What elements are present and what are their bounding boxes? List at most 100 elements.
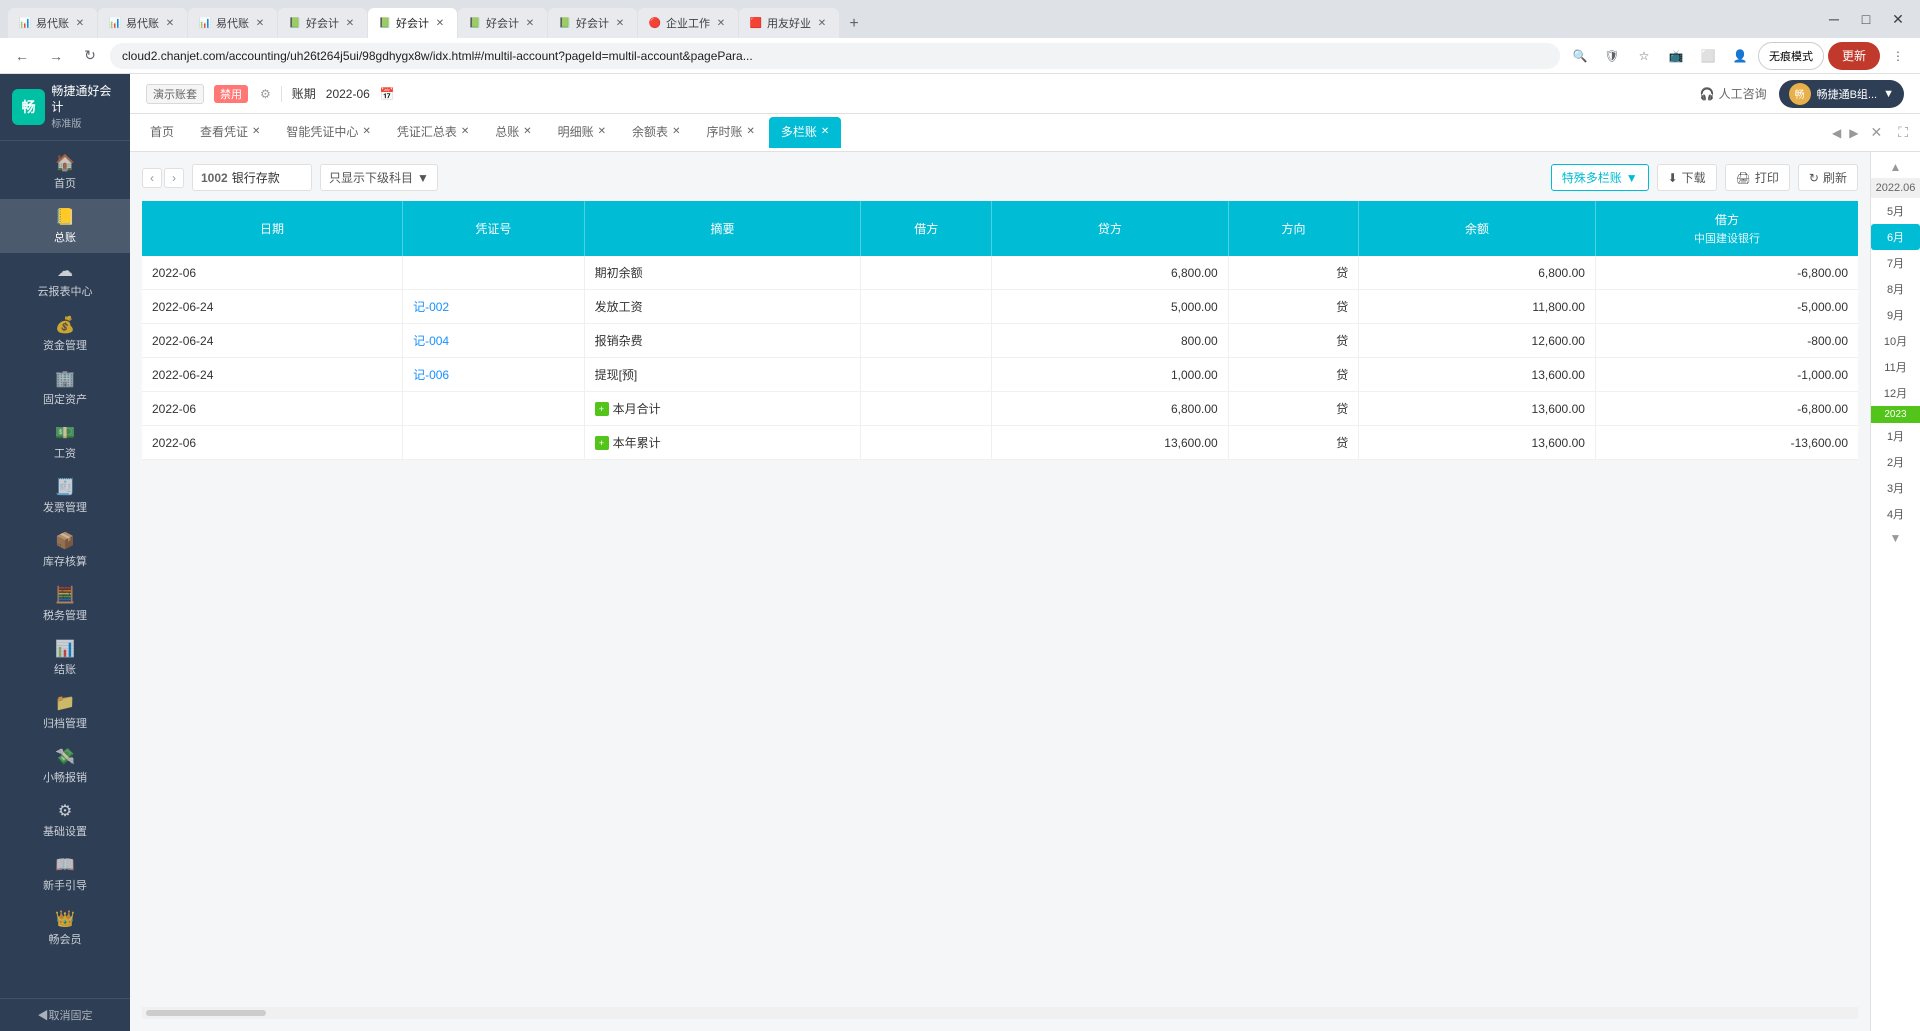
browser-tab-8[interactable]: 🔴 企业工作 ✕ [638,8,738,38]
browser-tab-1[interactable]: 📊 易代账 ✕ [8,8,97,38]
profile-icon[interactable]: 👤 [1726,42,1754,70]
sidebar-item-fund[interactable]: 💰 资金管理 [0,307,130,361]
sidebar-item-close-account[interactable]: 📊 结账 [0,631,130,685]
download-button[interactable]: ⬇ 下载 [1657,164,1717,191]
sidebar-item-ledger[interactable]: 📒 总账 [0,199,130,253]
calendar-month-2023-1[interactable]: 1月 [1871,423,1920,449]
tab-balance-sheet[interactable]: 余额表 ✕ [620,117,692,148]
panel-scroll-down[interactable]: ▼ [1886,527,1906,549]
tab-close-3[interactable]: ✕ [253,16,267,30]
tab-balance-sheet-close[interactable]: ✕ [672,126,680,137]
browser-tab-3[interactable]: 📊 易代账 ✕ [188,8,277,38]
tab-close-9[interactable]: ✕ [815,16,829,30]
tab-general-ledger-close[interactable]: ✕ [523,126,531,137]
cast-icon[interactable]: 📺 [1662,42,1690,70]
sidebar-item-expense[interactable]: 💸 小畅报销 [0,739,130,793]
horizontal-scrollbar[interactable] [142,1007,1858,1019]
browser-tab-6[interactable]: 📗 好会计 ✕ [458,8,547,38]
tab-close-5[interactable]: ✕ [433,16,447,30]
prev-account-button[interactable]: ‹ [142,168,162,188]
star-icon[interactable]: ☆ [1630,42,1658,70]
calendar-month-10[interactable]: 10月 [1871,328,1920,354]
sidebar-item-home[interactable]: 🏠 首页 [0,145,130,199]
panel-scroll-up[interactable]: ▲ [1886,156,1906,178]
tab-journal[interactable]: 序时账 ✕ [694,117,766,148]
calendar-month-5[interactable]: 5月 [1871,198,1920,224]
account-selector[interactable]: 1002 银行存款 [192,164,312,191]
back-button[interactable]: ← [8,42,36,70]
calendar-month-2023-2[interactable]: 2月 [1871,449,1920,475]
tab-close-8[interactable]: ✕ [714,16,728,30]
tab-close-1[interactable]: ✕ [73,16,87,30]
tab-general-ledger[interactable]: 总账 ✕ [483,117,543,148]
tab-close-6[interactable]: ✕ [523,16,537,30]
extensions-icon[interactable]: ⬜ [1694,42,1722,70]
browser-tab-9[interactable]: 🟥 用友好业 ✕ [739,8,839,38]
consult-button[interactable]: 🎧 人工咨询 [1700,85,1767,102]
voucher-link[interactable]: 记-004 [413,334,449,348]
browser-tab-5[interactable]: 📗 好会计 ✕ [368,8,457,38]
voucher-link[interactable]: 记-006 [413,368,449,382]
tab-close-2[interactable]: ✕ [163,16,177,30]
browser-tab-2[interactable]: 📊 易代账 ✕ [98,8,187,38]
next-account-button[interactable]: › [164,168,184,188]
sidebar-item-archive[interactable]: 📁 归档管理 [0,685,130,739]
calendar-month-8[interactable]: 8月 [1871,276,1920,302]
print-button[interactable]: 🖨 打印 [1725,164,1790,191]
minimize-button[interactable]: ─ [1820,5,1848,33]
sidebar-item-inventory[interactable]: 📦 库存核算 [0,523,130,577]
tab-detail-ledger[interactable]: 明细账 ✕ [546,117,618,148]
tab-voucher-summary[interactable]: 凭证汇总表 ✕ [385,117,481,148]
sidebar-item-tax[interactable]: 🧮 税务管理 [0,577,130,631]
settings-gear-icon[interactable]: ⚙ [260,87,271,101]
close-panel-button[interactable]: ✕ [1866,120,1886,145]
tab-detail-ledger-close[interactable]: ✕ [598,126,606,137]
calendar-icon[interactable]: 📅 [380,87,395,101]
tab-view-voucher[interactable]: 查看凭证 ✕ [188,117,272,148]
sidebar-item-cloud-report[interactable]: ☁ 云报表中心 [0,253,130,307]
forward-button[interactable]: → [42,42,70,70]
refresh-button[interactable]: ↻ 刷新 [1798,164,1858,191]
sidebar-item-settings[interactable]: ⚙ 基础设置 [0,793,130,847]
tab-smart-voucher-close[interactable]: ✕ [362,126,370,137]
close-button[interactable]: ✕ [1884,5,1912,33]
tab-scroll-left[interactable]: ◀ [1832,126,1841,140]
tab-close-4[interactable]: ✕ [343,16,357,30]
sidebar-item-fixed-assets[interactable]: 🏢 固定资产 [0,361,130,415]
new-tab-button[interactable]: + [840,10,868,38]
expand-panel-button[interactable]: ⛶ [1894,120,1912,145]
sidebar-item-guide[interactable]: 📖 新手引导 [0,847,130,901]
sidebar-item-invoice[interactable]: 🧾 发票管理 [0,469,130,523]
calendar-month-2023-3[interactable]: 3月 [1871,475,1920,501]
tab-journal-close[interactable]: ✕ [746,126,754,137]
voucher-link[interactable]: 记-002 [413,300,449,314]
tab-multi-col-close[interactable]: ✕ [821,126,829,137]
wuhen-button[interactable]: 无痕模式 [1758,42,1824,70]
menu-icon[interactable]: ⋮ [1884,42,1912,70]
shield-icon[interactable]: 🛡 [1598,42,1626,70]
reload-button[interactable]: ↻ [76,42,104,70]
calendar-month-7[interactable]: 7月 [1871,250,1920,276]
tab-close-7[interactable]: ✕ [613,16,627,30]
browser-tab-4[interactable]: 📗 好会计 ✕ [278,8,367,38]
multi-col-button[interactable]: 特殊多栏账 ▼ [1551,164,1649,191]
filter-button[interactable]: 只显示下级科目 ▼ [320,164,438,191]
tab-home[interactable]: 首页 [138,117,186,148]
tab-view-voucher-close[interactable]: ✕ [252,126,260,137]
update-button[interactable]: 更新 [1828,42,1880,70]
calendar-month-2023-4[interactable]: 4月 [1871,501,1920,527]
calendar-month-9[interactable]: 9月 [1871,302,1920,328]
pin-button[interactable]: ◀取消固定 [8,1007,122,1023]
restore-button[interactable]: □ [1852,5,1880,33]
tab-voucher-summary-close[interactable]: ✕ [461,126,469,137]
tab-smart-voucher[interactable]: 智能凭证中心 ✕ [274,117,382,148]
address-input[interactable] [110,43,1560,69]
user-info[interactable]: 畅 畅捷通B组... ▼ [1779,80,1904,108]
calendar-month-11[interactable]: 11月 [1871,354,1920,380]
browser-tab-7[interactable]: 📗 好会计 ✕ [548,8,637,38]
search-icon[interactable]: 🔍 [1566,42,1594,70]
tab-multi-col[interactable]: 多栏账 ✕ [769,117,841,148]
sidebar-item-payroll[interactable]: 💵 工资 [0,415,130,469]
sidebar-item-member[interactable]: 👑 畅会员 [0,901,130,955]
scroll-thumb[interactable] [146,1010,266,1016]
